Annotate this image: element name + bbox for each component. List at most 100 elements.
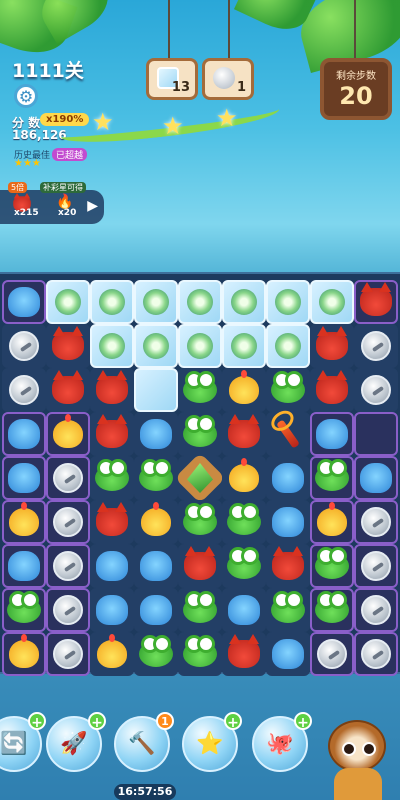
board-cell[interactable] <box>90 456 134 500</box>
board-cell[interactable] <box>46 280 90 324</box>
board-cell[interactable] <box>178 368 222 412</box>
add-icon[interactable]: + <box>28 712 46 731</box>
board-cell[interactable] <box>222 588 266 632</box>
board-cell[interactable] <box>354 500 398 544</box>
board-cell[interactable] <box>2 588 46 632</box>
board-cell[interactable] <box>134 500 178 544</box>
board-cell[interactable] <box>266 588 310 632</box>
board-cell[interactable] <box>134 632 178 676</box>
board-cell[interactable] <box>2 544 46 588</box>
board-cell[interactable] <box>222 500 266 544</box>
board-cell[interactable] <box>354 588 398 632</box>
boost-tag-left: 5倍 <box>8 182 28 193</box>
board-cell[interactable] <box>90 500 134 544</box>
board-cell[interactable] <box>46 324 90 368</box>
board-cell[interactable] <box>222 412 266 456</box>
board-cell[interactable] <box>354 280 398 324</box>
board-cell[interactable] <box>46 588 90 632</box>
board-cell[interactable] <box>2 456 46 500</box>
board-cell[interactable] <box>310 588 354 632</box>
add-icon[interactable]: + <box>294 712 312 731</box>
board-cell[interactable] <box>46 544 90 588</box>
settings-gear-icon[interactable]: ⚙ <box>14 84 38 108</box>
board-cell[interactable] <box>2 368 46 412</box>
board-cell[interactable] <box>222 544 266 588</box>
board-cell[interactable] <box>2 280 46 324</box>
board-cell[interactable] <box>134 588 178 632</box>
board-cell[interactable] <box>222 456 266 500</box>
board-cell[interactable] <box>178 280 222 324</box>
board-cell[interactable] <box>310 632 354 676</box>
board-cell[interactable] <box>46 500 90 544</box>
board-cell[interactable] <box>90 324 134 368</box>
cat-tile-icon <box>52 326 84 360</box>
board-cell[interactable] <box>2 324 46 368</box>
frog-tile-icon <box>227 547 261 579</box>
board-cell[interactable] <box>222 632 266 676</box>
board-cell[interactable] <box>90 544 134 588</box>
board-cell[interactable] <box>90 280 134 324</box>
board-cell[interactable] <box>178 632 222 676</box>
board-cell[interactable] <box>354 544 398 588</box>
board-cell[interactable] <box>310 324 354 368</box>
board-cell[interactable] <box>266 500 310 544</box>
board-cell[interactable] <box>2 412 46 456</box>
board-cell[interactable] <box>178 412 222 456</box>
board-cell[interactable] <box>310 500 354 544</box>
board-cell[interactable] <box>222 324 266 368</box>
board-cell[interactable] <box>222 280 266 324</box>
board-cell[interactable] <box>222 368 266 412</box>
board-cell[interactable] <box>266 280 310 324</box>
board-cell[interactable] <box>266 412 310 456</box>
board-cell[interactable] <box>134 456 178 500</box>
tool-swap[interactable]: 🔄 + <box>0 712 46 772</box>
board-cell[interactable] <box>178 324 222 368</box>
board-cell[interactable] <box>310 368 354 412</box>
raccoon-mascot[interactable] <box>320 716 398 800</box>
board-cell[interactable] <box>90 368 134 412</box>
board-cell[interactable] <box>354 412 398 456</box>
board-cell[interactable] <box>354 368 398 412</box>
rope <box>168 0 170 60</box>
chick-tile-icon <box>9 502 39 536</box>
boost-panel[interactable]: 5倍 补彩星可得 x215 🔥 x20 ▶ <box>0 182 104 224</box>
board-cell[interactable] <box>134 412 178 456</box>
add-icon[interactable]: + <box>224 712 242 731</box>
board-cell[interactable] <box>2 632 46 676</box>
board-cell[interactable] <box>134 324 178 368</box>
board-cell[interactable] <box>266 368 310 412</box>
board-cell[interactable] <box>266 324 310 368</box>
board-cell[interactable] <box>134 280 178 324</box>
board-cell[interactable] <box>46 456 90 500</box>
board-cell[interactable] <box>46 368 90 412</box>
board-cell[interactable] <box>310 544 354 588</box>
coin-tile-icon <box>53 463 83 493</box>
board-cell[interactable] <box>310 456 354 500</box>
board-cell[interactable] <box>90 588 134 632</box>
board-cell[interactable] <box>310 412 354 456</box>
board-cell[interactable] <box>90 632 134 676</box>
board-cell[interactable] <box>266 544 310 588</box>
board-cell[interactable] <box>134 544 178 588</box>
board-cell[interactable] <box>354 324 398 368</box>
board-cell[interactable] <box>178 500 222 544</box>
board-cell[interactable] <box>134 368 178 412</box>
tool-rocket[interactable]: 🚀 + <box>46 712 106 772</box>
tool-star-wand[interactable]: ⭐ + <box>182 712 242 772</box>
board-cell[interactable] <box>46 412 90 456</box>
board-cell[interactable] <box>90 412 134 456</box>
tool-hammer[interactable]: 🔨 1 <box>114 712 174 772</box>
board-cell[interactable] <box>46 632 90 676</box>
tool-octopus[interactable]: 🐙 + <box>252 712 312 772</box>
board-cell[interactable] <box>310 280 354 324</box>
board-cell[interactable] <box>354 456 398 500</box>
expand-arrow-icon[interactable]: ▶ <box>87 198 98 214</box>
board-cell[interactable] <box>266 456 310 500</box>
board-cell[interactable] <box>178 544 222 588</box>
add-icon[interactable]: + <box>88 712 106 731</box>
board-cell[interactable] <box>266 632 310 676</box>
board-cell[interactable] <box>2 500 46 544</box>
board-cell[interactable] <box>174 452 226 504</box>
board-cell[interactable] <box>178 588 222 632</box>
board-cell[interactable] <box>354 632 398 676</box>
